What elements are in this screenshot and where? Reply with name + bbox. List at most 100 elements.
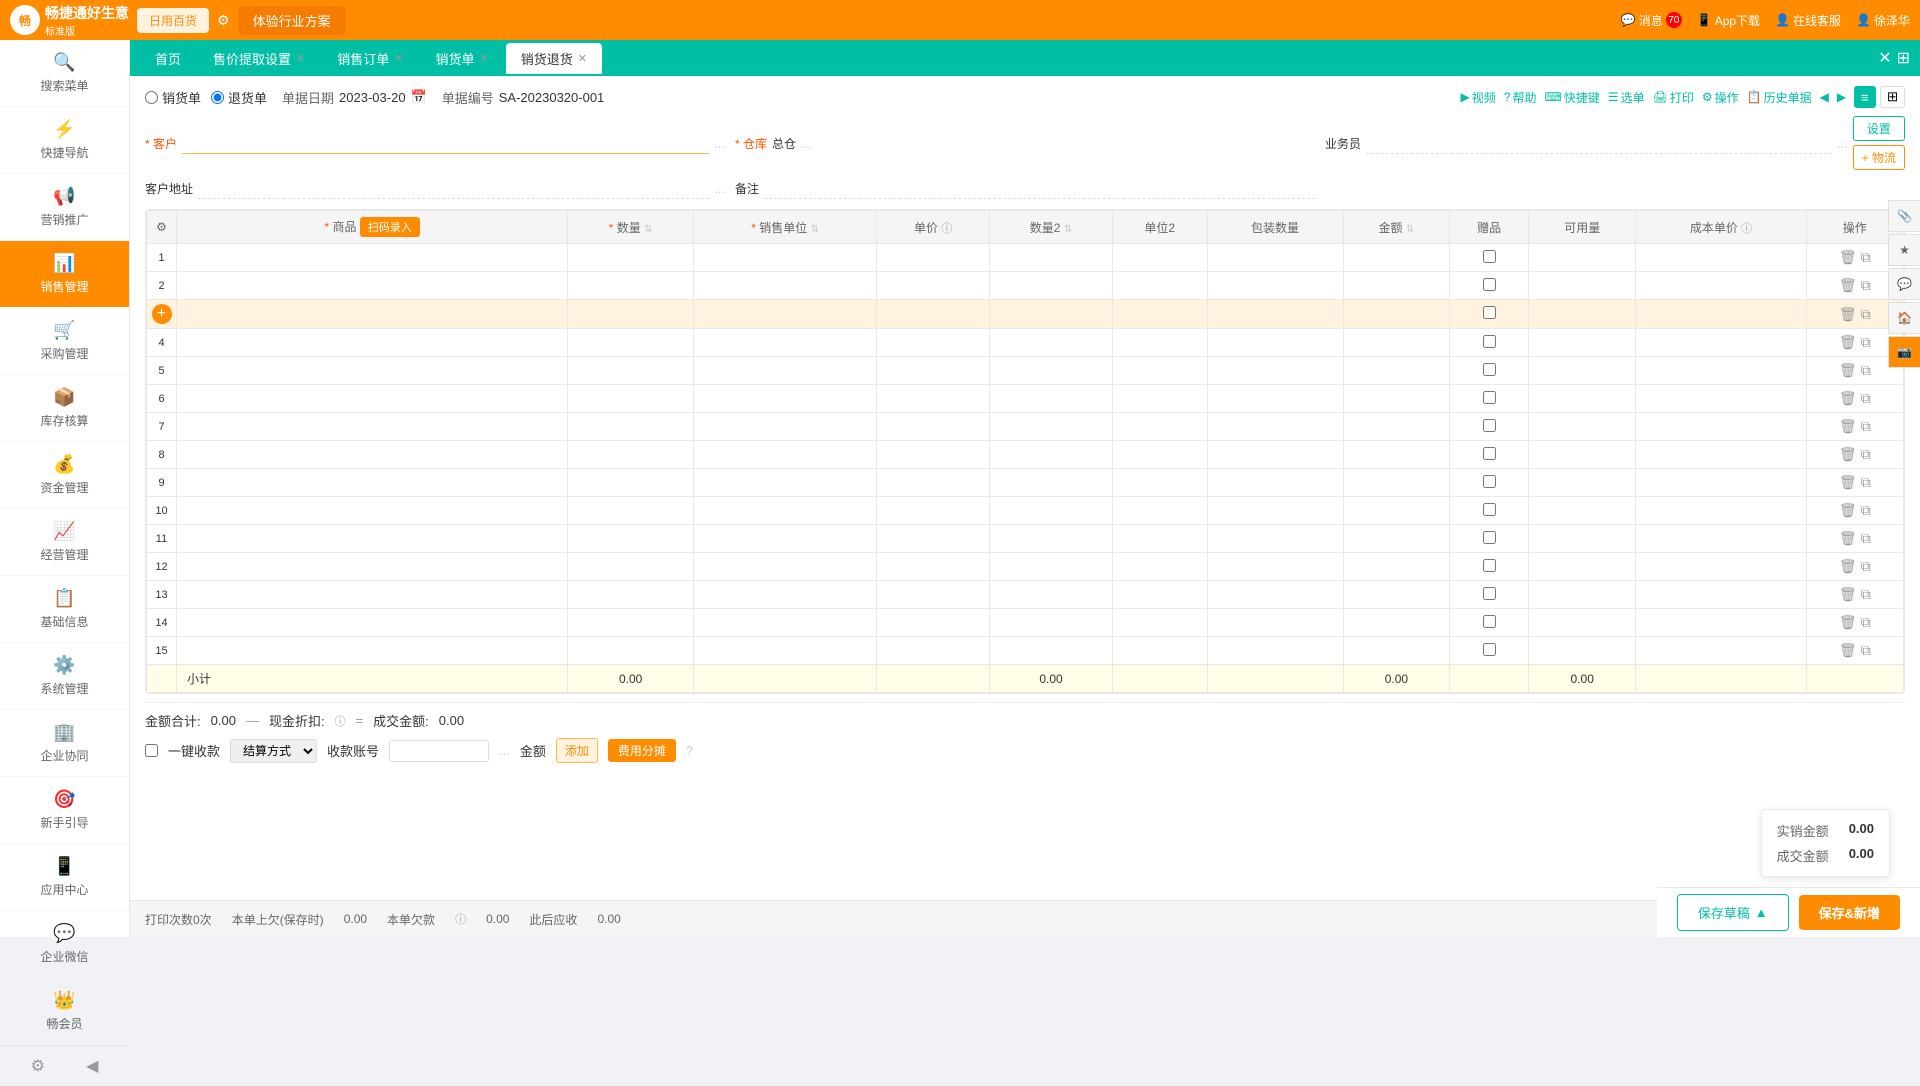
copy-btn[interactable]: ⧉ bbox=[1861, 277, 1871, 294]
video-btn[interactable]: ▶ 视频 bbox=[1461, 89, 1496, 106]
gift-checkbox[interactable] bbox=[1483, 503, 1496, 516]
gift-checkbox[interactable] bbox=[1483, 447, 1496, 460]
amount-sort-icon[interactable]: ⇅ bbox=[1406, 224, 1414, 235]
gift-checkbox[interactable] bbox=[1483, 615, 1496, 628]
copy-btn[interactable]: ⧉ bbox=[1861, 446, 1871, 463]
copy-btn[interactable]: ⧉ bbox=[1861, 334, 1871, 351]
tab-sale-return[interactable]: 销货退货 ✕ bbox=[506, 43, 602, 74]
customer-input[interactable] bbox=[182, 133, 709, 154]
qty2-sort-icon[interactable]: ⇅ bbox=[1064, 224, 1072, 235]
tab-sale-bill[interactable]: 销货单 ✕ bbox=[420, 43, 503, 74]
copy-btn[interactable]: ⧉ bbox=[1861, 558, 1871, 575]
tab-close-sale-order[interactable]: ✕ bbox=[394, 52, 403, 65]
price-info-icon[interactable]: ⓘ bbox=[941, 223, 952, 235]
copy-btn[interactable]: ⧉ bbox=[1861, 474, 1871, 491]
sidebar-settings-icon[interactable]: ⚙ bbox=[31, 1056, 45, 1076]
copy-btn[interactable]: ⧉ bbox=[1861, 586, 1871, 603]
float-btn-3[interactable]: 💬 bbox=[1888, 268, 1920, 300]
save-new-btn[interactable]: 保存&新增 bbox=[1799, 895, 1900, 930]
list-view-btn[interactable]: ≡ bbox=[1854, 86, 1876, 108]
unit-sort-icon[interactable]: ⇅ bbox=[811, 224, 819, 235]
help-btn[interactable]: ? 帮助 bbox=[1504, 89, 1537, 106]
qty-sort-icon[interactable]: ⇅ bbox=[644, 224, 652, 235]
delete-btn[interactable]: 🗑 bbox=[1839, 558, 1857, 575]
delete-btn[interactable]: 🗑 bbox=[1839, 249, 1857, 266]
copy-btn[interactable]: ⧉ bbox=[1861, 249, 1871, 266]
tab-close-sale-bill[interactable]: ✕ bbox=[480, 52, 489, 65]
tab-home[interactable]: 首页 bbox=[140, 43, 196, 74]
copy-btn[interactable]: ⧉ bbox=[1861, 614, 1871, 631]
sidebar-item-system[interactable]: ⚙️ 系统管理 bbox=[0, 643, 129, 710]
history-btn[interactable]: 📋 历史单据 bbox=[1747, 89, 1812, 106]
radio-sale[interactable]: 销货单 bbox=[145, 88, 201, 107]
copy-btn[interactable]: ⧉ bbox=[1861, 530, 1871, 547]
sidebar-item-sales[interactable]: 📊 销售管理 bbox=[0, 241, 129, 308]
delete-btn[interactable]: 🗑 bbox=[1839, 530, 1857, 547]
sidebar-collapse-icon[interactable]: ◀ bbox=[86, 1056, 98, 1076]
select-btn[interactable]: ☰ 选单 bbox=[1608, 89, 1645, 106]
delete-btn[interactable]: 🗑 bbox=[1839, 418, 1857, 435]
tab-close-all-btn[interactable]: ✕ bbox=[1878, 48, 1891, 68]
gift-checkbox[interactable] bbox=[1483, 643, 1496, 656]
sidebar-item-appcenter[interactable]: 📱 应用中心 bbox=[0, 844, 129, 911]
sidebar-item-inventory[interactable]: 📦 库存核算 bbox=[0, 375, 129, 442]
prev-btn[interactable]: ◀ bbox=[1820, 90, 1829, 104]
fee-help-icon[interactable]: ? bbox=[686, 743, 693, 758]
shortcut-btn[interactable]: ⌨ 快捷键 bbox=[1544, 89, 1599, 106]
copy-btn[interactable]: ⧉ bbox=[1861, 418, 1871, 435]
print-btn[interactable]: 🖨 打印 bbox=[1653, 89, 1694, 106]
row-product-cell[interactable] bbox=[177, 300, 568, 329]
calendar-icon[interactable]: 📅 bbox=[411, 89, 427, 105]
settings-icon[interactable]: ⚙ bbox=[217, 12, 230, 29]
product-input[interactable] bbox=[181, 307, 563, 321]
grid-view-btn[interactable]: ⊞ bbox=[1880, 86, 1905, 108]
delete-btn[interactable]: 🗑 bbox=[1839, 474, 1857, 491]
copy-btn[interactable]: ⧉ bbox=[1861, 390, 1871, 407]
salesperson-input[interactable] bbox=[1366, 133, 1832, 154]
gift-checkbox[interactable] bbox=[1483, 559, 1496, 572]
sidebar-item-finance[interactable]: 💰 资金管理 bbox=[0, 442, 129, 509]
online-service-btn[interactable]: 👤 在线客服 bbox=[1775, 12, 1841, 29]
sidebar-item-basic[interactable]: 📋 基础信息 bbox=[0, 576, 129, 643]
add-row-btn[interactable]: + bbox=[152, 304, 172, 324]
sidebar-item-guide[interactable]: 🎯 新手引导 bbox=[0, 777, 129, 844]
tab-close-sale-return[interactable]: ✕ bbox=[578, 52, 587, 65]
delete-btn[interactable]: 🗑 bbox=[1839, 586, 1857, 603]
gift-checkbox[interactable] bbox=[1483, 587, 1496, 600]
debt-info-icon[interactable]: ⓘ bbox=[455, 911, 466, 927]
daily-goods-dropdown[interactable]: 日用百货 bbox=[137, 8, 209, 33]
gift-checkbox[interactable] bbox=[1483, 363, 1496, 376]
delete-btn[interactable]: 🗑 bbox=[1839, 614, 1857, 631]
add-fee-btn[interactable]: 添加 bbox=[556, 738, 598, 763]
remark-input[interactable] bbox=[764, 178, 1315, 199]
float-btn-2[interactable]: ★ bbox=[1888, 234, 1920, 266]
next-btn[interactable]: ▶ bbox=[1837, 90, 1846, 104]
fee-split-btn[interactable]: 费用分摊 bbox=[608, 739, 676, 762]
gift-checkbox[interactable] bbox=[1483, 306, 1496, 319]
gift-checkbox[interactable] bbox=[1483, 391, 1496, 404]
gift-checkbox[interactable] bbox=[1483, 419, 1496, 432]
calc-method-select[interactable]: 结算方式 bbox=[230, 739, 317, 763]
tab-sale-price[interactable]: 售价提取设置 ✕ bbox=[198, 43, 320, 74]
copy-btn[interactable]: ⧉ bbox=[1861, 362, 1871, 379]
logistics-btn[interactable]: + 物流 bbox=[1853, 145, 1905, 170]
tab-sale-order[interactable]: 销售订单 ✕ bbox=[322, 43, 418, 74]
discount-info-icon[interactable]: ⓘ bbox=[335, 713, 346, 729]
gift-checkbox[interactable] bbox=[1483, 250, 1496, 263]
app-download-btn[interactable]: 📱 App下载 bbox=[1697, 12, 1760, 29]
gift-checkbox[interactable] bbox=[1483, 531, 1496, 544]
radio-return[interactable]: 退货单 bbox=[211, 88, 267, 107]
delete-btn[interactable]: 🗑 bbox=[1839, 362, 1857, 379]
delete-btn[interactable]: 🗑 bbox=[1839, 306, 1857, 323]
gift-checkbox[interactable] bbox=[1483, 278, 1496, 291]
sidebar-item-marketing[interactable]: 📢 营销推广 bbox=[0, 174, 129, 241]
copy-btn[interactable]: ⧉ bbox=[1861, 306, 1871, 323]
delete-btn[interactable]: 🗑 bbox=[1839, 334, 1857, 351]
account-input[interactable] bbox=[389, 740, 489, 762]
config-gear-icon[interactable]: ⚙ bbox=[156, 220, 167, 234]
gift-checkbox[interactable] bbox=[1483, 475, 1496, 488]
sidebar-item-member[interactable]: 👑 畅会员 bbox=[0, 978, 129, 1045]
cost-info-icon[interactable]: ⓘ bbox=[1741, 223, 1752, 235]
copy-btn[interactable]: ⧉ bbox=[1861, 642, 1871, 659]
sidebar-item-wechat[interactable]: 💬 企业微信 bbox=[0, 911, 129, 978]
